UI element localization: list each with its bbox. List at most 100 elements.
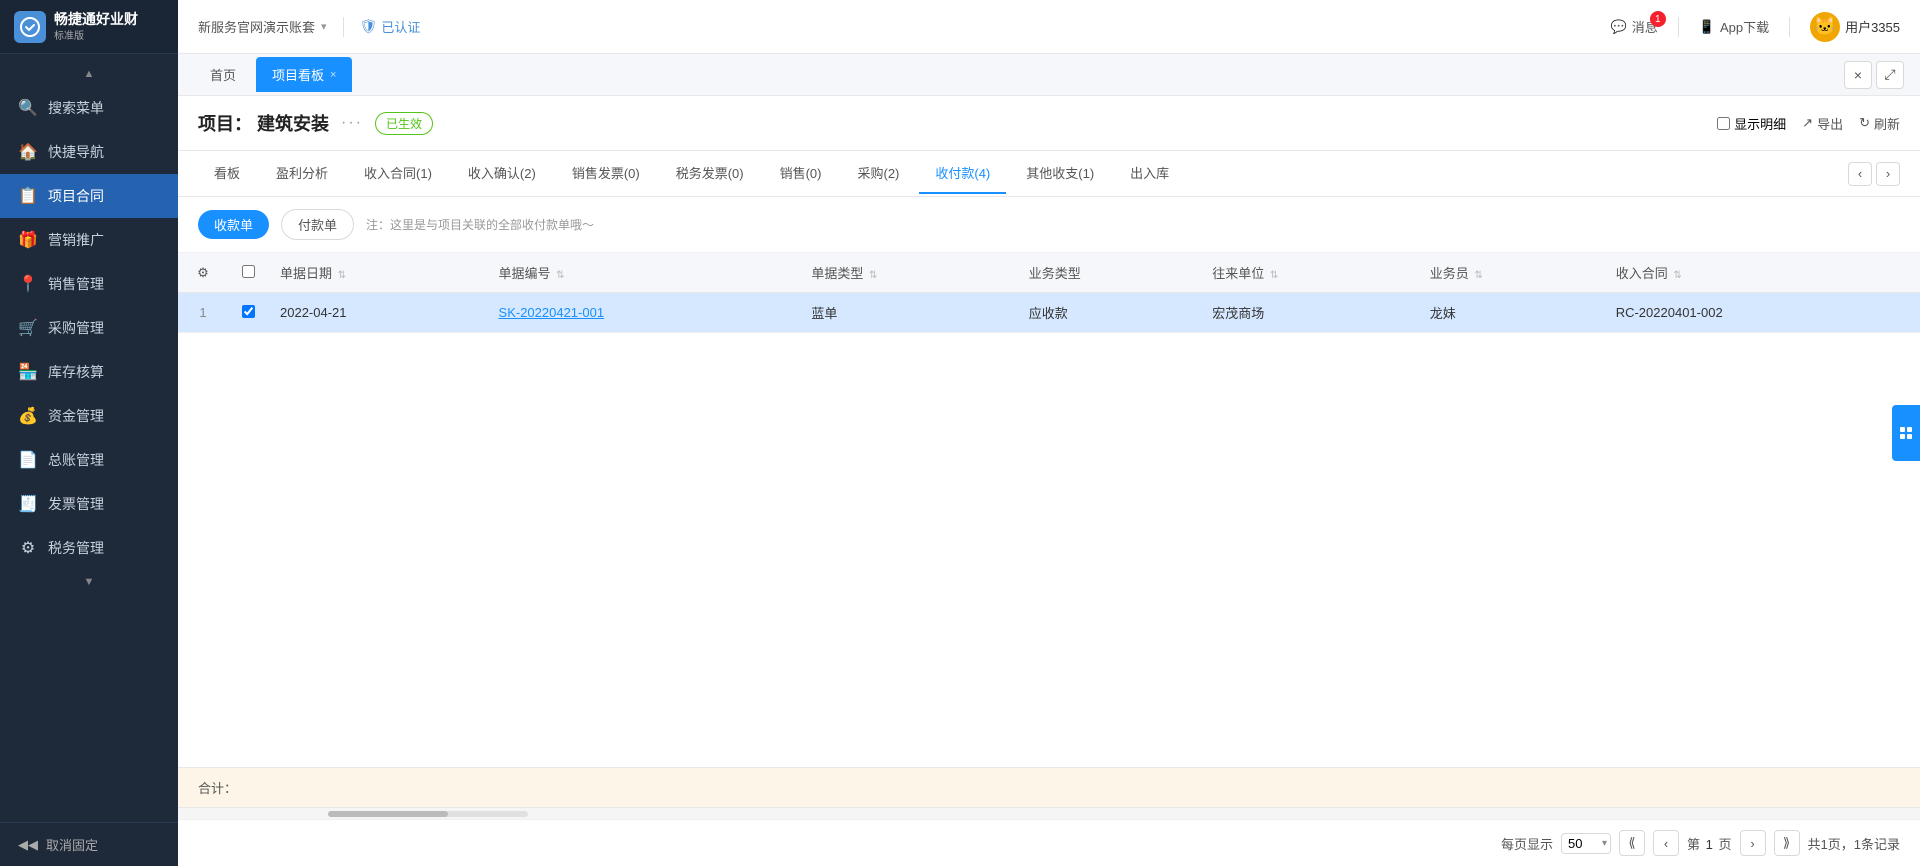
show-detail-label: 显示明细 xyxy=(1734,114,1786,133)
subtab-other-label: 其他收支(1) xyxy=(1026,166,1094,181)
col-number[interactable]: 单据编号 ⇅ xyxy=(487,253,800,293)
row-partner: 宏茂商场 xyxy=(1200,293,1417,333)
receipt-filter-btn[interactable]: 收款单 xyxy=(198,210,269,239)
row-salesman: 龙妹 xyxy=(1418,293,1604,333)
table-row[interactable]: 1 2022-04-21 SK-20220421-001 蓝单 xyxy=(178,293,1920,333)
sidebar-item-label: 总账管理 xyxy=(48,450,104,470)
sales-icon: 📍 xyxy=(18,274,38,294)
sort-type-icon: ⇅ xyxy=(869,270,877,281)
logo-text-block: 畅捷通好业财 标准版 xyxy=(54,11,138,43)
sidebar-item-ledger[interactable]: 📄 总账管理 xyxy=(0,438,178,482)
edition-label: 标准版 xyxy=(54,27,138,42)
payment-filter-btn[interactable]: 付款单 xyxy=(281,209,354,240)
subtab-purchase[interactable]: 采购(2) xyxy=(841,153,915,194)
sidebar-item-marketing[interactable]: 🎁 营销推广 xyxy=(0,218,178,262)
tab-close-icon[interactable]: × xyxy=(330,69,336,81)
subtab-prev-btn[interactable]: ‹ xyxy=(1848,162,1872,186)
sidebar-item-label: 资金管理 xyxy=(48,406,104,426)
message-btn[interactable]: 💬 消息 1 xyxy=(1611,17,1658,36)
col-salesman-label: 业务员 xyxy=(1430,266,1469,281)
subtab-income-confirm[interactable]: 收入确认(2) xyxy=(452,153,552,194)
project-icon: 📋 xyxy=(18,186,38,206)
select-all-checkbox[interactable] xyxy=(242,265,255,278)
window-close-btn[interactable]: × xyxy=(1844,61,1872,89)
page-next-btn[interactable]: › xyxy=(1740,830,1766,856)
data-table: ⚙ 单据日期 ⇅ 单据编号 ⇅ 单据类型 xyxy=(178,253,1920,333)
page-size-wrapper[interactable]: 50 10 20 100 xyxy=(1561,833,1611,854)
project-status-badge: 已生效 xyxy=(375,112,433,135)
show-detail-toggle[interactable]: 显示明细 xyxy=(1717,114,1786,133)
table-header-row: ⚙ 单据日期 ⇅ 单据编号 ⇅ 单据类型 xyxy=(178,253,1920,293)
sidebar-item-sales[interactable]: 📍 销售管理 xyxy=(0,262,178,306)
export-icon: ↗ xyxy=(1802,115,1813,131)
subtab-inout[interactable]: 出入库 xyxy=(1114,153,1185,194)
sidebar-item-tax[interactable]: ⚙ 税务管理 xyxy=(0,526,178,570)
subtab-profit-label: 盈利分析 xyxy=(276,166,328,181)
subtab-sales-invoice[interactable]: 销售发票(0) xyxy=(556,153,656,194)
page-size-select[interactable]: 50 10 20 100 xyxy=(1561,833,1611,854)
sidebar-item-project[interactable]: 📋 项目合同 xyxy=(0,174,178,218)
subtab-income-contract[interactable]: 收入合同(1) xyxy=(348,153,448,194)
row-number-link[interactable]: SK-20220421-001 xyxy=(499,305,605,320)
cancel-fixed-btn[interactable]: ◀◀ 取消固定 xyxy=(0,822,178,866)
sidebar-item-search[interactable]: 🔍 搜索菜单 xyxy=(0,86,178,130)
col-salesman[interactable]: 业务员 ⇅ xyxy=(1418,253,1604,293)
subtab-other[interactable]: 其他收支(1) xyxy=(1010,153,1110,194)
page-size-label: 每页显示 xyxy=(1501,834,1553,853)
col-checkbox-header[interactable] xyxy=(228,253,268,293)
sidebar-nav: ▲ 🔍 搜索菜单 🏠 快捷导航 📋 项目合同 🎁 营销推广 📍 销售管理 🛒 采… xyxy=(0,54,178,822)
subtab-next-btn[interactable]: › xyxy=(1876,162,1900,186)
scroll-up-btn[interactable]: ▲ xyxy=(0,62,178,86)
col-settings[interactable]: ⚙ xyxy=(178,253,228,293)
subtab-tax-invoice[interactable]: 税务发票(0) xyxy=(660,153,760,194)
sidebar-item-label: 税务管理 xyxy=(48,538,104,558)
col-date[interactable]: 单据日期 ⇅ xyxy=(268,253,487,293)
marketing-icon: 🎁 xyxy=(18,230,38,250)
message-badge: 1 xyxy=(1650,11,1666,27)
scroll-down-btn[interactable]: ▼ xyxy=(0,570,178,594)
app-download-btn[interactable]: 📱 App下载 xyxy=(1699,17,1769,36)
tab-home[interactable]: 首页 xyxy=(194,57,252,92)
sidebar-item-label: 营销推广 xyxy=(48,230,104,250)
window-expand-btn[interactable]: ⤢ xyxy=(1876,61,1904,89)
project-title: 项目： 建筑安装 xyxy=(198,110,329,136)
tab-project-board[interactable]: 项目看板 × xyxy=(256,57,352,92)
account-selector[interactable]: 新服务官网演示账套 ▾ xyxy=(198,17,327,36)
sidebar: 畅捷通好业财 标准版 ▲ 🔍 搜索菜单 🏠 快捷导航 📋 项目合同 🎁 营销推广… xyxy=(0,0,178,866)
user-avatar: 🐱 xyxy=(1810,12,1840,42)
subtab-purchase-label: 采购(2) xyxy=(857,166,899,181)
sidebar-item-finance[interactable]: 💰 资金管理 xyxy=(0,394,178,438)
scrollbar-track[interactable] xyxy=(328,811,528,817)
row-checkbox-cell[interactable] xyxy=(228,293,268,333)
page-last-btn[interactable]: ⟫ xyxy=(1774,830,1800,856)
app-download-label: App下载 xyxy=(1720,17,1769,36)
col-partner[interactable]: 往来单位 ⇅ xyxy=(1200,253,1417,293)
project-more-btn[interactable]: ··· xyxy=(341,114,363,132)
subtab-board[interactable]: 看板 xyxy=(198,153,256,194)
col-type[interactable]: 单据类型 ⇅ xyxy=(799,253,1016,293)
row-number[interactable]: SK-20220421-001 xyxy=(487,293,800,333)
float-action-btn[interactable] xyxy=(1892,405,1920,461)
col-date-label: 单据日期 xyxy=(280,266,332,281)
show-detail-checkbox[interactable] xyxy=(1717,117,1730,130)
pin-icon: ◀◀ xyxy=(18,837,38,853)
row-checkbox[interactable] xyxy=(242,305,255,318)
sidebar-item-inventory[interactable]: 🏪 库存核算 xyxy=(0,350,178,394)
page-first-btn[interactable]: ⟪ xyxy=(1619,830,1645,856)
tab-home-label: 首页 xyxy=(210,65,236,84)
subtab-income-confirm-label: 收入确认(2) xyxy=(468,166,536,181)
refresh-btn[interactable]: ↻ 刷新 xyxy=(1859,114,1900,133)
sidebar-item-purchase[interactable]: 🛒 采购管理 xyxy=(0,306,178,350)
sidebar-item-quicknav[interactable]: 🏠 快捷导航 xyxy=(0,130,178,174)
scrollbar-thumb[interactable] xyxy=(328,811,448,817)
sidebar-item-invoice[interactable]: 🧾 发票管理 xyxy=(0,482,178,526)
page-prev-btn[interactable]: ‹ xyxy=(1653,830,1679,856)
user-profile[interactable]: 🐱 用户3355 xyxy=(1810,12,1900,42)
logo-icon xyxy=(14,11,46,43)
col-type-label: 单据类型 xyxy=(811,266,863,281)
subtab-payment[interactable]: 收付款(4) xyxy=(919,153,1006,194)
subtab-profit[interactable]: 盈利分析 xyxy=(260,153,344,194)
col-contract[interactable]: 收入合同 ⇅ xyxy=(1604,253,1920,293)
subtab-sales[interactable]: 销售(0) xyxy=(764,153,838,194)
export-btn[interactable]: ↗ 导出 xyxy=(1802,114,1843,133)
